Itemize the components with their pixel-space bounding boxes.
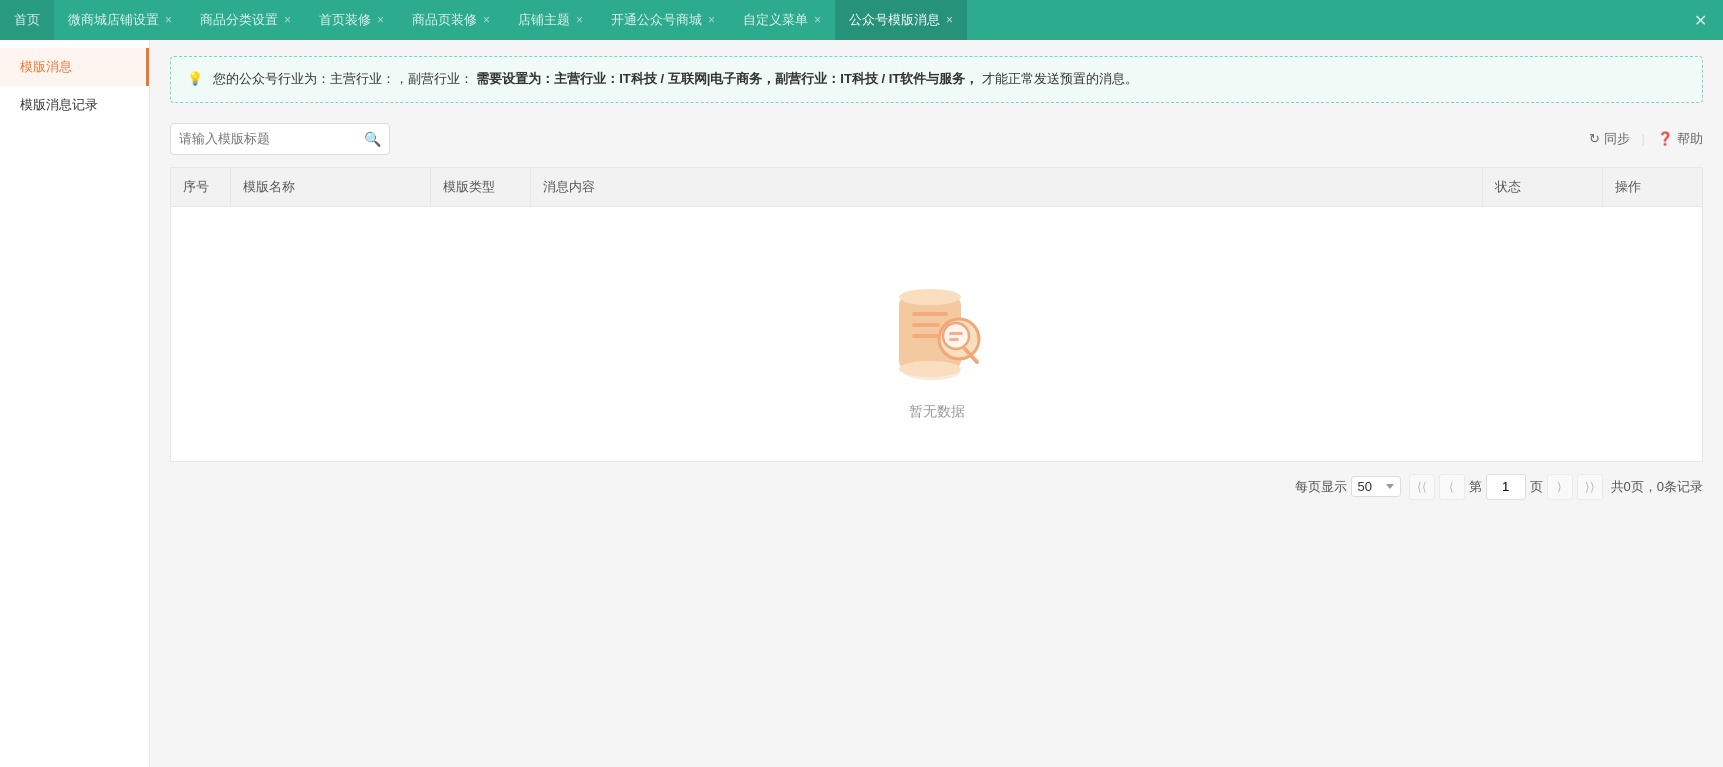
divider: | [1642,131,1645,146]
next-page-button[interactable]: ⟩ [1547,474,1573,500]
col-action: 操作 [1603,167,1703,206]
sync-button[interactable]: ↻ 同步 [1589,130,1630,148]
svg-point-3 [899,361,961,377]
tab-close-category-settings[interactable]: × [284,13,291,27]
tab-shop-settings[interactable]: 微商城店铺设置 × [54,0,186,40]
sidebar-item-template-message[interactable]: 模版消息 [0,48,149,86]
search-bar: 🔍 ↻ 同步 | ❓ 帮助 [170,123,1703,155]
tab-close-shop-theme[interactable]: × [576,13,583,27]
tab-home[interactable]: 首页 [0,0,54,40]
tab-custom-menu[interactable]: 自定义菜单 × [729,0,835,40]
svg-rect-11 [949,338,959,341]
prev-page-button[interactable]: ⟨ [1439,474,1465,500]
first-page-button[interactable]: ⟨⟨ [1409,474,1435,500]
notice-box: 💡 您的公众号行业为：主营行业：，副营行业： 需要设置为：主营行业：IT科技 /… [170,56,1703,103]
sidebar-item-template-message-log[interactable]: 模版消息记录 [0,86,149,124]
tab-homepage-decoration[interactable]: 首页装修 × [305,0,398,40]
tab-open-wechat-mall[interactable]: 开通公众号商城 × [597,0,729,40]
sidebar: 模版消息 模版消息记录 [0,40,150,767]
help-button[interactable]: ❓ 帮助 [1657,130,1703,148]
svg-point-8 [943,323,969,349]
col-name: 模版名称 [231,167,431,206]
svg-rect-4 [912,312,948,316]
col-status: 状态 [1483,167,1603,206]
svg-rect-5 [912,323,940,327]
tab-close-homepage-decoration[interactable]: × [377,13,384,27]
last-page-button[interactable]: ⟩⟩ [1577,474,1603,500]
tab-category-settings[interactable]: 商品分类设置 × [186,0,305,40]
tab-shop-theme[interactable]: 店铺主题 × [504,0,597,40]
tab-close-open-wechat-mall[interactable]: × [708,13,715,27]
tab-close-shop-settings[interactable]: × [165,13,172,27]
tab-close-custom-menu[interactable]: × [814,13,821,27]
col-index: 序号 [171,167,231,206]
page-size-select[interactable]: 10 20 50 100 [1351,476,1401,497]
search-input-wrap: 🔍 [170,123,390,155]
svg-point-2 [899,289,961,305]
page-navigation: ⟨⟨ ⟨ 第 页 ⟩ ⟩⟩ [1409,474,1603,500]
search-input[interactable] [179,131,364,146]
empty-text: 暂无数据 [171,403,1702,421]
main-layout: 模版消息 模版消息记录 💡 您的公众号行业为：主营行业：，副营行业： 需要设置为… [0,40,1723,767]
col-type: 模版类型 [431,167,531,206]
tab-bar: 首页 微商城店铺设置 × 商品分类设置 × 首页装修 × 商品页装修 × 店铺主… [0,0,1723,40]
empty-icon [877,267,997,387]
sync-icon: ↻ [1589,131,1600,146]
svg-rect-10 [949,332,963,335]
tab-template-message[interactable]: 公众号模版消息 × [835,0,967,40]
search-actions: ↻ 同步 | ❓ 帮助 [1589,130,1703,148]
content-area: 💡 您的公众号行业为：主营行业：，副营行业： 需要设置为：主营行业：IT科技 /… [150,40,1723,767]
bulb-icon: 💡 [187,71,203,86]
col-content: 消息内容 [531,167,1483,206]
table-container: 序号 模版名称 模版类型 消息内容 状态 操作 [170,167,1703,462]
data-table: 序号 模版名称 模版类型 消息内容 状态 操作 [170,167,1703,462]
pagination: 每页显示 10 20 50 100 ⟨⟨ ⟨ 第 页 ⟩ ⟩⟩ 共0页，0条记录 [170,474,1703,500]
help-icon: ❓ [1657,131,1673,146]
tab-close-template-message[interactable]: × [946,13,953,27]
search-button[interactable]: 🔍 [364,131,381,147]
tab-close-product-decoration[interactable]: × [483,13,490,27]
page-size-selector: 每页显示 10 20 50 100 [1295,476,1401,497]
tab-product-decoration[interactable]: 商品页装修 × [398,0,504,40]
page-number-input[interactable] [1486,474,1526,500]
tab-bar-close-button[interactable]: ✕ [1678,11,1723,30]
empty-state: 暂无数据 [171,207,1702,461]
total-info: 共0页，0条记录 [1611,478,1703,496]
